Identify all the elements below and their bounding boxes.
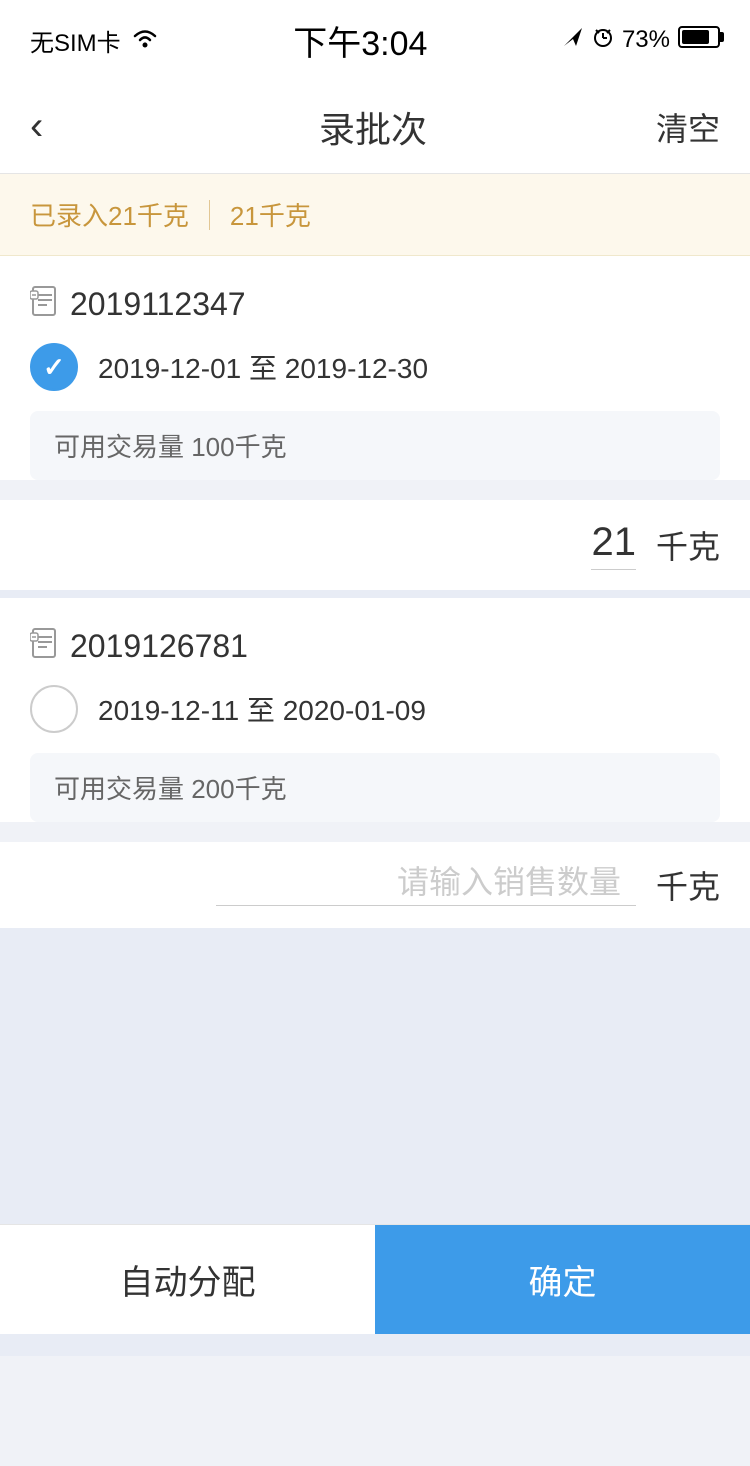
batch-1-doc-icon [30, 286, 60, 323]
status-right: 73% [562, 26, 720, 55]
batch-2-avail: 可用交易量 200千克 [30, 753, 720, 822]
info-label: 已录入21千克 [30, 196, 189, 233]
back-button[interactable]: ‹ [30, 104, 90, 149]
nav-bar: ‹ 录批次 清空 [0, 80, 750, 174]
no-sim-text: 无SIM卡 [30, 23, 121, 58]
batch-2-avail-text: 可用交易量 200千克 [54, 774, 287, 804]
batch-2-header: 2019126781 [0, 598, 750, 675]
batch-1-number: 2019112347 [70, 286, 246, 323]
batch-card-2: 2019126781 2019-12-11 至 2020-01-09 可用交易量… [0, 598, 750, 822]
batch-2-doc-icon [30, 628, 60, 665]
batch-card-1: 2019112347 2019-12-01 至 2019-12-30 可用交易量… [0, 256, 750, 480]
batch-2-select-row[interactable]: 2019-12-11 至 2020-01-09 [0, 675, 750, 743]
batch-2-unit: 千克 [656, 862, 720, 908]
status-left: 无SIM卡 [30, 23, 159, 58]
bottom-bar: 自动分配 确定 [0, 1224, 750, 1334]
page-title: 录批次 [319, 101, 427, 153]
batch-2-radio[interactable] [30, 685, 78, 733]
batch-1-header: 2019112347 [0, 256, 750, 333]
batch-1-avail-text: 可用交易量 100千克 [54, 432, 287, 462]
battery-icon [678, 26, 720, 55]
batch-2-number: 2019126781 [70, 628, 248, 665]
batch-1-radio[interactable] [30, 343, 78, 391]
batch-1-select-row[interactable]: 2019-12-01 至 2019-12-30 [0, 333, 750, 401]
batch-1-amount-value: 21 [591, 520, 636, 570]
battery-percent: 73% [622, 26, 670, 54]
wifi-icon [131, 26, 159, 55]
clear-button[interactable]: 清空 [656, 104, 720, 150]
batch-1-amount-row: 21 千克 [0, 500, 750, 598]
info-value: 21千克 [230, 196, 311, 233]
alarm-icon [592, 26, 614, 55]
info-banner: 已录入21千克 21千克 [0, 174, 750, 256]
batch-2-input-row: 千克 [0, 842, 750, 936]
batch-1-amount-unit: 千克 [656, 522, 720, 568]
status-bar: 无SIM卡 下午3:04 73% [0, 0, 750, 80]
location-icon [562, 26, 584, 55]
qty-input[interactable] [216, 864, 636, 906]
info-divider [209, 200, 210, 230]
batch-2-date: 2019-12-11 至 2020-01-09 [98, 689, 426, 729]
auto-distribute-button[interactable]: 自动分配 [0, 1225, 375, 1334]
batch-1-date: 2019-12-01 至 2019-12-30 [98, 347, 428, 387]
confirm-button[interactable]: 确定 [375, 1225, 750, 1334]
batch-1-avail: 可用交易量 100千克 [30, 411, 720, 480]
status-time: 下午3:04 [293, 16, 427, 65]
